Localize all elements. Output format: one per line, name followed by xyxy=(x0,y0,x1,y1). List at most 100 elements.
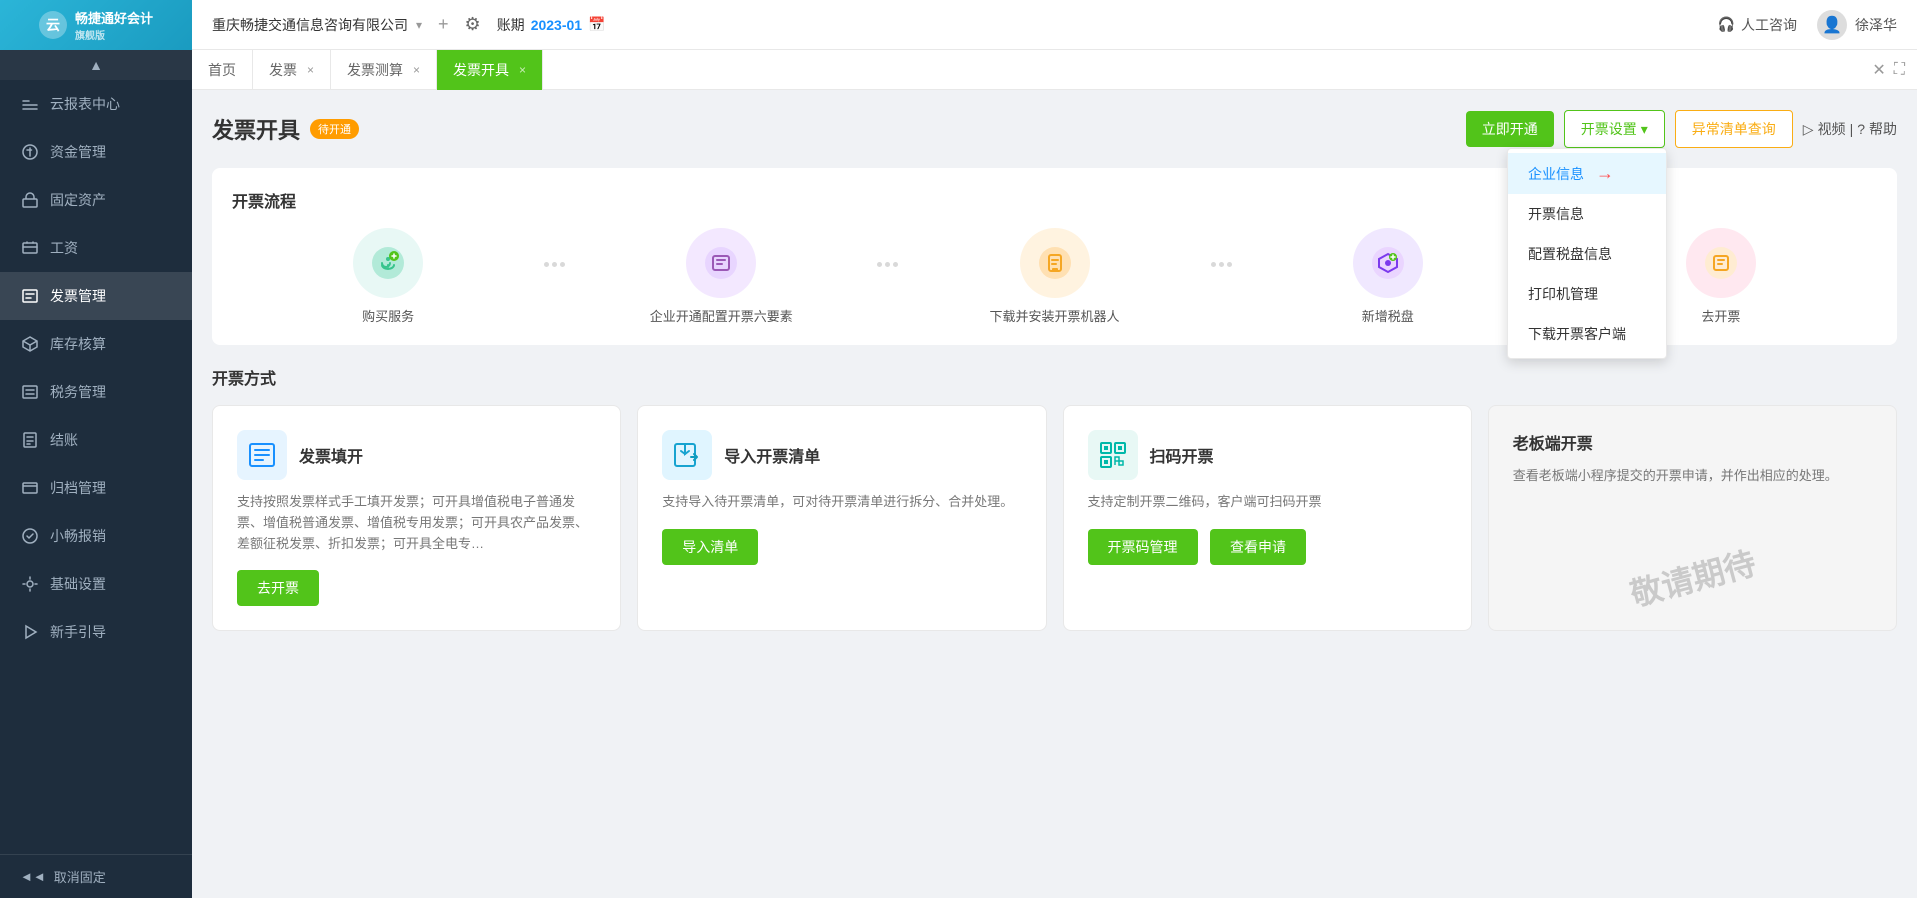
overlay-watermark: 敬请期待 xyxy=(1490,502,1895,631)
period-label: 账期 2023-01 📅 xyxy=(497,15,606,35)
flow-step-icon-5 xyxy=(1686,228,1756,298)
main-content: 首页 发票 × 发票测算 × 发票开具 × ✕ ⛶ xyxy=(192,50,1917,898)
status-badge: 待开通 xyxy=(310,119,359,139)
sidebar-item-yunbao[interactable]: 云报表中心 xyxy=(0,80,192,128)
methods-title: 开票方式 xyxy=(212,365,1897,389)
dropdown-item-invoice-info[interactable]: 开票信息 xyxy=(1508,194,1666,234)
topbar-right: 🎧 人工咨询 👤 徐泽华 xyxy=(1718,10,1897,40)
connector-1 xyxy=(544,262,565,267)
method-header-boss: 老板端开票 xyxy=(1513,430,1872,454)
logo-text: 畅捷通好会计 旗舰版 xyxy=(75,8,153,42)
top-bar: 云 畅捷通好会计 旗舰版 重庆畅捷交通信息咨询有限公司 ▾ + ⚙ 账期 202… xyxy=(0,0,1917,50)
flow-step-icon-3 xyxy=(1020,228,1090,298)
settings-dropdown-menu: 企业信息 → 开票信息 配置税盘信息 打印机管理 下 xyxy=(1507,148,1667,359)
jiezhang-icon xyxy=(20,430,40,450)
scan-code-button[interactable]: 开票码管理 xyxy=(1088,529,1198,565)
dropdown-item-download-client[interactable]: 下载开票客户端 xyxy=(1508,314,1666,354)
method-card-import: 导入开票清单 支持导入待开票清单，可对待开票清单进行拆分、合并处理。 导入清单 xyxy=(637,405,1046,631)
shuiwu-icon xyxy=(20,382,40,402)
view-application-button[interactable]: 查看申请 xyxy=(1210,529,1306,565)
settings-dropdown-button[interactable]: 开票设置 ▾ xyxy=(1564,110,1665,148)
tab-bar: 首页 发票 × 发票测算 × 发票开具 × ✕ ⛶ xyxy=(192,50,1917,90)
flow-step-4: 新增税盘 xyxy=(1232,228,1544,325)
kucun-icon xyxy=(20,334,40,354)
add-company-button[interactable]: + xyxy=(438,14,449,35)
user-info[interactable]: 👤 徐泽华 xyxy=(1817,10,1897,40)
flow-step-icon-2 xyxy=(686,228,756,298)
gudingzichan-icon xyxy=(20,190,40,210)
fill-goto-button[interactable]: 去开票 xyxy=(237,570,319,606)
page-content: 发票开具 待开通 立即开通 开票设置 ▾ 异常清单查询 ▷ 视频 | ? xyxy=(192,90,1917,898)
guidang-icon xyxy=(20,478,40,498)
dropdown-item-printer-mgmt[interactable]: 打印机管理 xyxy=(1508,274,1666,314)
flow-step-icon-1 xyxy=(353,228,423,298)
yunbao-icon xyxy=(20,94,40,114)
flow-step-1: 购买服务 xyxy=(232,228,544,325)
import-list-button[interactable]: 导入清单 xyxy=(662,529,758,565)
headset-icon: 🎧 xyxy=(1718,16,1735,33)
pin-icon: ◄◄ xyxy=(20,869,46,884)
method-card-scan: 扫码开票 支持定制开票二维码，客户端可扫码开票 开票码管理 查看申请 xyxy=(1063,405,1472,631)
dropdown-item-taxdisk-config[interactable]: 配置税盘信息 xyxy=(1508,234,1666,274)
app-logo: 云 畅捷通好会计 旗舰版 xyxy=(0,0,192,50)
abnormal-list-button[interactable]: 异常清单查询 xyxy=(1675,110,1793,148)
consult-button[interactable]: 🎧 人工咨询 xyxy=(1718,15,1797,35)
method-card-boss: 老板端开票 查看老板端小程序提交的开票申请，并作出相应的处理。 敬请期待 xyxy=(1488,405,1897,631)
method-header-scan: 扫码开票 xyxy=(1088,430,1447,480)
sidebar-item-kucun[interactable]: 库存核算 xyxy=(0,320,192,368)
tab-close-kaijou[interactable]: × xyxy=(519,63,526,77)
sidebar-item-gudingzichan[interactable]: 固定资产 xyxy=(0,176,192,224)
sidebar-item-jichushezhi[interactable]: 基础设置 xyxy=(0,560,192,608)
fapiao-icon xyxy=(20,286,40,306)
tab-fapiaokaitou[interactable]: 发票开具 × xyxy=(437,50,543,90)
activate-button[interactable]: 立即开通 xyxy=(1466,111,1554,147)
sidebar-item-jiezhang[interactable]: 结账 xyxy=(0,416,192,464)
company-selector[interactable]: 重庆畅捷交通信息咨询有限公司 ▾ xyxy=(212,15,422,35)
logo-icon: 云 xyxy=(39,11,67,39)
topbar-center: 重庆畅捷交通信息咨询有限公司 ▾ + ⚙ 账期 2023-01 📅 xyxy=(212,14,1718,35)
flow-step-icon-4 xyxy=(1353,228,1423,298)
method-icon-import xyxy=(662,430,712,480)
methods-section: 开票方式 发票填开 支持按照 xyxy=(212,365,1897,631)
tab-home[interactable]: 首页 xyxy=(192,50,253,90)
dropdown-item-company-info[interactable]: 企业信息 → xyxy=(1508,153,1666,194)
zijin-icon xyxy=(20,142,40,162)
sidebar-item-xinshou[interactable]: 新手引导 xyxy=(0,608,192,656)
method-card-fill: 发票填开 支持按照发票样式手工填开发票；可开具增值税电子普通发票、增值税普通发票… xyxy=(212,405,621,631)
page-actions: 立即开通 开票设置 ▾ 异常清单查询 ▷ 视频 | ? 帮助 xyxy=(1466,110,1897,148)
page-title-area: 发票开具 待开通 xyxy=(212,113,359,145)
page-title: 发票开具 xyxy=(212,113,300,145)
method-icon-scan xyxy=(1088,430,1138,480)
tab-fapiaocesuan[interactable]: 发票测算 × xyxy=(331,50,437,90)
cancel-pin-button[interactable]: ◄◄ 取消固定 xyxy=(0,854,192,898)
method-header-import: 导入开票清单 xyxy=(662,430,1021,480)
video-help-link[interactable]: ▷ 视频 | ? 帮助 xyxy=(1803,119,1897,139)
methods-grid: 发票填开 支持按照发票样式手工填开发票；可开具增值税电子普通发票、增值税普通发票… xyxy=(212,405,1897,631)
chevron-down-icon: ▾ xyxy=(1641,121,1648,138)
red-arrow-icon: → xyxy=(1596,163,1614,184)
page-header: 发票开具 待开通 立即开通 开票设置 ▾ 异常清单查询 ▷ 视频 | ? xyxy=(212,110,1897,148)
sidebar-item-zijin[interactable]: 资金管理 xyxy=(0,128,192,176)
sidebar-item-guidang[interactable]: 归档管理 xyxy=(0,464,192,512)
jichushezhi-icon xyxy=(20,574,40,594)
method-header-fill: 发票填开 xyxy=(237,430,596,480)
tab-close-fapiao[interactable]: × xyxy=(307,63,314,77)
tab-fapiao[interactable]: 发票 × xyxy=(253,50,331,90)
sidebar-scroll: 云报表中心 资金管理 固定资产 工资 xyxy=(0,80,192,854)
xiaochang-icon xyxy=(20,526,40,546)
settings-icon[interactable]: ⚙ xyxy=(465,14,481,35)
sidebar-item-shuiwu[interactable]: 税务管理 xyxy=(0,368,192,416)
sidebar-item-xiaochang[interactable]: 小畅报销 xyxy=(0,512,192,560)
calendar-icon[interactable]: 📅 xyxy=(588,16,605,33)
scroll-up-button[interactable]: ▲ xyxy=(0,50,192,80)
play-icon: ▷ xyxy=(1803,121,1814,138)
expand-icon[interactable]: ⛶ xyxy=(1894,61,1905,79)
connector-2 xyxy=(877,262,898,267)
close-tab-icon[interactable]: ✕ xyxy=(1872,60,1885,80)
sidebar-item-fapiao[interactable]: 发票管理 xyxy=(0,272,192,320)
tab-controls: ✕ ⛶ xyxy=(1860,60,1917,80)
flow-step-2: 企业开通配置开票六要素 xyxy=(565,228,877,325)
gongzi-icon xyxy=(20,238,40,258)
tab-close-cesuan[interactable]: × xyxy=(413,63,420,77)
sidebar-item-gongzi[interactable]: 工资 xyxy=(0,224,192,272)
